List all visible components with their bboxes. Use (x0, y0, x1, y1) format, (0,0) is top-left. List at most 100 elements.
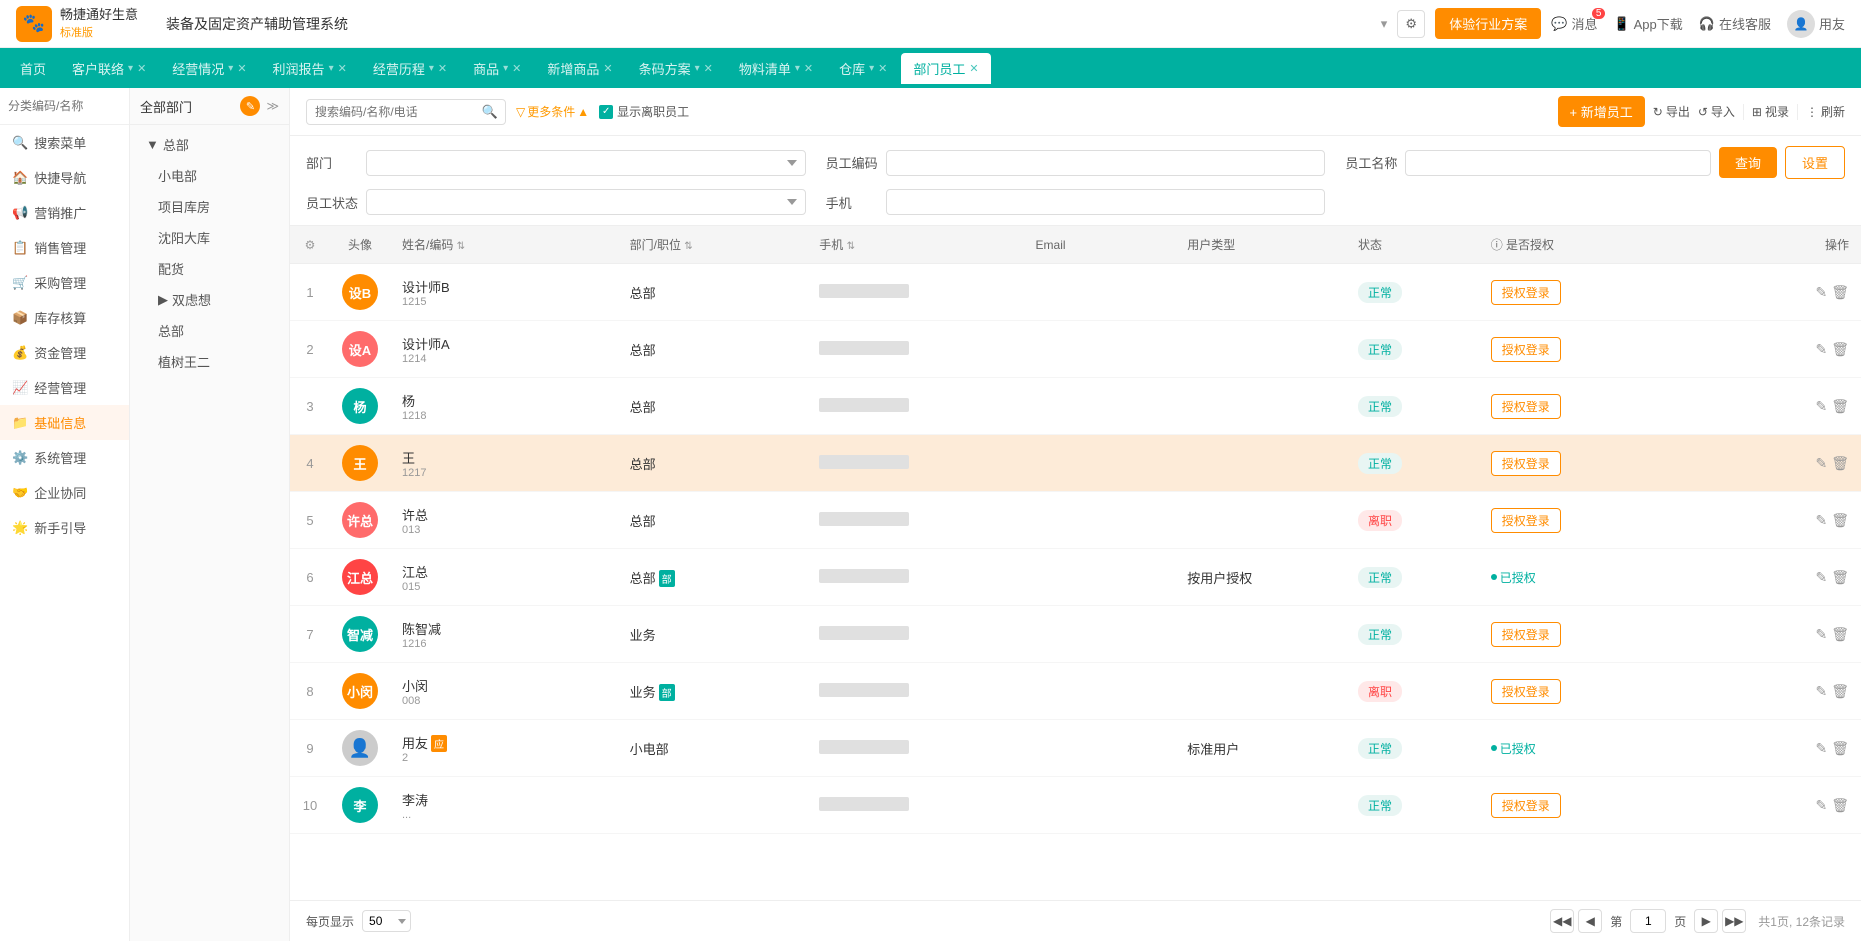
dropdown-arrow-icon[interactable]: ▾ (1381, 16, 1388, 32)
tab-dept-staff[interactable]: 部门员工 ✕ (901, 53, 990, 84)
more-filter-button[interactable]: ▽ 更多条件 ▲ (516, 103, 589, 120)
dept-node-head2[interactable]: 总部 (130, 315, 289, 346)
edit-button[interactable]: ✎ (1815, 797, 1827, 813)
auth-login-button[interactable]: 授权登录 (1491, 793, 1561, 818)
sidebar-item-guide[interactable]: 🌟 新手引导 (0, 510, 129, 545)
dept-node-double[interactable]: ▶ 双虑想 (130, 284, 289, 315)
sidebar-item-system[interactable]: ⚙️ 系统管理 (0, 440, 129, 475)
tab-goods[interactable]: 商品 ▾ ✕ (461, 53, 533, 84)
dept-edit-button[interactable]: ✎ (240, 96, 260, 116)
sort-icon[interactable]: ⇅ (684, 241, 692, 252)
tab-profit[interactable]: 利润报告 ▾ ✕ (261, 53, 359, 84)
delete-button[interactable]: 🗑 (1831, 455, 1849, 471)
settings-button[interactable]: ⚙ (1397, 10, 1425, 38)
delete-button[interactable]: 🗑 (1831, 740, 1849, 756)
last-page-button[interactable]: ▶▶ (1722, 909, 1746, 933)
sort-icon[interactable]: ⇅ (457, 241, 465, 252)
auth-login-button[interactable]: 授权登录 (1491, 394, 1561, 419)
show-resign-checkbox[interactable]: ✓ 显示离职员工 (599, 103, 689, 120)
tab-close-icon[interactable]: ✕ (338, 62, 347, 75)
tab-close-icon[interactable]: ✕ (603, 62, 612, 75)
auth-login-button[interactable]: 授权登录 (1491, 508, 1561, 533)
delete-button[interactable]: 🗑 (1831, 341, 1849, 357)
message-button[interactable]: 💬 消息 5 (1551, 14, 1597, 33)
delete-button[interactable]: 🗑 (1831, 797, 1849, 813)
settings-icon[interactable]: ⚙ (305, 238, 316, 252)
delete-button[interactable]: 🗑 (1831, 569, 1849, 585)
sidebar-item-inventory[interactable]: 📦 库存核算 (0, 300, 129, 335)
tab-close-icon[interactable]: ✕ (137, 62, 146, 75)
page-input[interactable] (1630, 909, 1666, 933)
tab-customer[interactable]: 客户联络 ▾ ✕ (60, 53, 158, 84)
delete-button[interactable]: 🗑 (1831, 683, 1849, 699)
sidebar-item-nav[interactable]: 🏠 快捷导航 (0, 160, 129, 195)
tab-home[interactable]: 首页 (8, 53, 58, 84)
auth-login-button[interactable]: 授权登录 (1491, 280, 1561, 305)
view-button[interactable]: ⊞ 视录 (1752, 103, 1789, 120)
sidebar-item-sales[interactable]: 📋 销售管理 (0, 230, 129, 265)
filter-empcode-input[interactable] (886, 150, 1326, 176)
per-page-select[interactable]: 50 100 200 (362, 910, 411, 932)
online-service-button[interactable]: 🎧 在线客服 (1699, 14, 1771, 33)
tab-close-icon[interactable]: ✕ (438, 62, 447, 75)
edit-button[interactable]: ✎ (1815, 455, 1827, 471)
tab-close-icon[interactable]: ✕ (704, 62, 713, 75)
tab-add-goods[interactable]: 新增商品 ✕ (535, 53, 624, 84)
sidebar-item-purchase[interactable]: 🛒 采购管理 (0, 265, 129, 300)
first-page-button[interactable]: ◀◀ (1550, 909, 1574, 933)
tab-history[interactable]: 经营历程 ▾ ✕ (361, 53, 459, 84)
exp-button[interactable]: 体验行业方案 (1435, 8, 1541, 39)
edit-button[interactable]: ✎ (1815, 569, 1827, 585)
export-button[interactable]: ↻ 导出 (1653, 103, 1690, 120)
sidebar-item-basic[interactable]: 📁 基础信息 (0, 405, 129, 440)
sort-icon[interactable]: ⇅ (847, 241, 855, 252)
sidebar-item-search[interactable]: 🔍 搜索菜单 (0, 125, 129, 160)
search-input[interactable] (306, 99, 506, 125)
delete-button[interactable]: 🗑 (1831, 284, 1849, 300)
col-phone-header[interactable]: 手机 ⇅ (807, 226, 1023, 264)
delete-button[interactable]: 🗑 (1831, 512, 1849, 528)
edit-button[interactable]: ✎ (1815, 284, 1827, 300)
sidebar-search-input[interactable] (8, 99, 130, 113)
prev-page-button[interactable]: ◀ (1578, 909, 1602, 933)
dept-collapse-button[interactable]: ≫ (266, 99, 279, 113)
set-button[interactable]: 设置 (1785, 146, 1845, 179)
filter-empname-input[interactable] (1405, 150, 1711, 176)
tab-close-icon[interactable]: ✕ (969, 62, 978, 75)
sidebar-item-marketing[interactable]: 📢 营销推广 (0, 195, 129, 230)
filter-status-select[interactable] (366, 189, 806, 215)
tab-bom[interactable]: 物料清单 ▾ ✕ (727, 53, 825, 84)
dept-node-small-elec[interactable]: 小电部 (130, 160, 289, 191)
search-icon[interactable]: 🔍 (482, 104, 498, 120)
auth-login-button[interactable]: 授权登录 (1491, 622, 1561, 647)
edit-button[interactable]: ✎ (1815, 341, 1827, 357)
edit-button[interactable]: ✎ (1815, 512, 1827, 528)
sidebar-item-collab[interactable]: 🤝 企业协同 (0, 475, 129, 510)
col-dept-header[interactable]: 部门/职位 ⇅ (618, 226, 808, 264)
auth-login-button[interactable]: 授权登录 (1491, 337, 1561, 362)
tab-close-icon[interactable]: ✕ (804, 62, 813, 75)
edit-button[interactable]: ✎ (1815, 626, 1827, 642)
refresh-button[interactable]: ⋮ 刷新 (1806, 103, 1845, 120)
filter-dept-select[interactable] (366, 150, 806, 176)
tab-warehouse[interactable]: 仓库 ▾ ✕ (827, 53, 899, 84)
dept-node-plant[interactable]: 植树王二 (130, 346, 289, 377)
tab-close-icon[interactable]: ✕ (512, 62, 521, 75)
import-button[interactable]: ↺ 导入 (1698, 103, 1735, 120)
delete-button[interactable]: 🗑 (1831, 398, 1849, 414)
sidebar-item-management[interactable]: 📈 经营管理 (0, 370, 129, 405)
query-button[interactable]: 查询 (1719, 147, 1777, 178)
edit-button[interactable]: ✎ (1815, 398, 1827, 414)
tab-barcode[interactable]: 条码方案 ▾ ✕ (627, 53, 725, 84)
tab-close-icon[interactable]: ✕ (878, 62, 887, 75)
app-download-button[interactable]: 📱 App下载 (1613, 14, 1682, 33)
add-employee-button[interactable]: + 新增员工 (1558, 96, 1645, 127)
edit-button[interactable]: ✎ (1815, 740, 1827, 756)
col-name-header[interactable]: 姓名/编码 ⇅ (390, 226, 618, 264)
filter-phone-input[interactable] (886, 189, 1326, 215)
tab-close-icon[interactable]: ✕ (237, 62, 246, 75)
sidebar-item-finance[interactable]: 💰 资金管理 (0, 335, 129, 370)
edit-button[interactable]: ✎ (1815, 683, 1827, 699)
dept-node-shenyang[interactable]: 沈阳大库 (130, 222, 289, 253)
user-avatar-button[interactable]: 👤 用友 (1787, 10, 1845, 38)
